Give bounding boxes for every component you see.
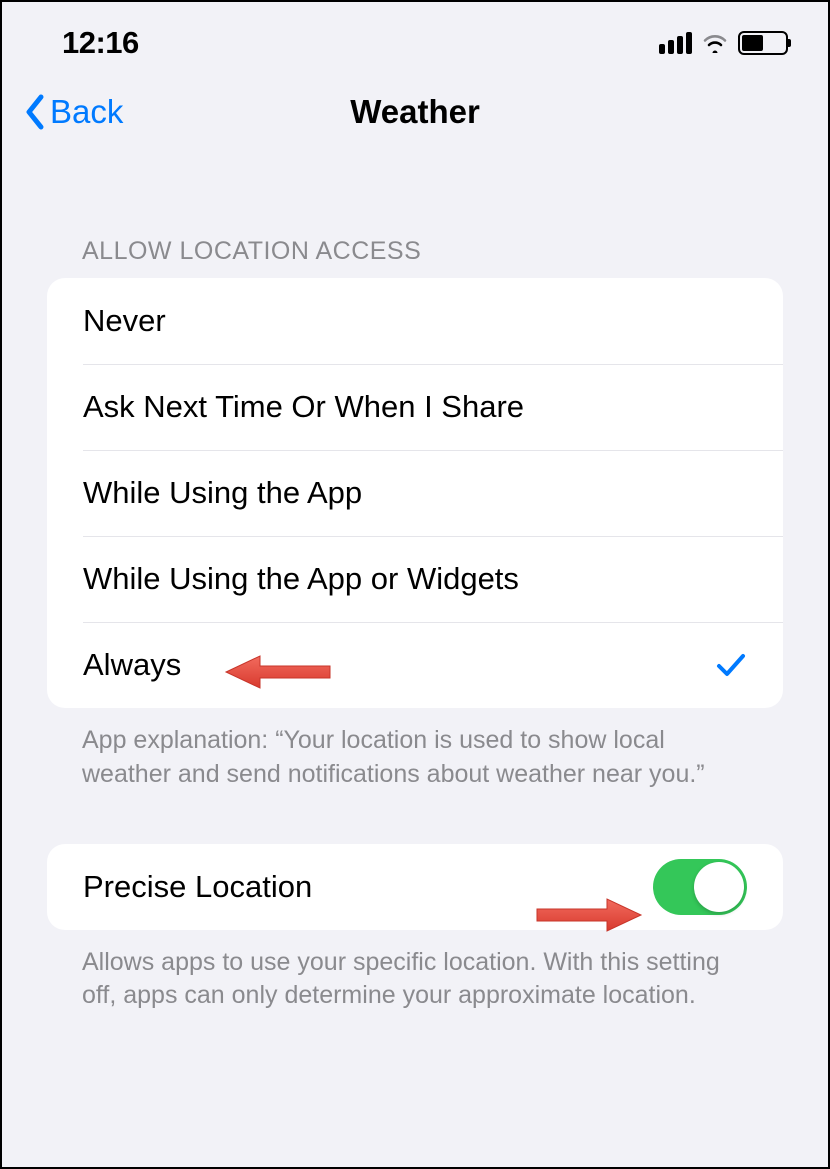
option-never[interactable]: Never — [47, 278, 783, 364]
page-title: Weather — [350, 93, 480, 131]
option-label: Ask Next Time Or When I Share — [83, 389, 524, 425]
toggle-knob — [694, 862, 744, 912]
precise-location-label: Precise Location — [83, 869, 312, 905]
status-indicators — [659, 31, 788, 55]
option-while-using-app-or-widgets[interactable]: While Using the App or Widgets — [47, 536, 783, 622]
precise-location-toggle[interactable] — [653, 859, 747, 915]
location-access-options: Never Ask Next Time Or When I Share Whil… — [47, 278, 783, 708]
option-label: While Using the App or Widgets — [83, 561, 519, 597]
option-label: Always — [83, 647, 181, 683]
precise-location-group: Precise Location — [47, 844, 783, 930]
status-time: 12:16 — [62, 25, 139, 61]
checkmark-icon — [715, 649, 747, 681]
option-always[interactable]: Always — [47, 622, 783, 708]
battery-icon — [738, 31, 788, 55]
option-ask-next-time[interactable]: Ask Next Time Or When I Share — [47, 364, 783, 450]
navigation-bar: Back Weather — [2, 72, 828, 152]
location-access-footer: App explanation: “Your location is used … — [2, 708, 828, 792]
status-bar: 12:16 — [2, 2, 828, 72]
precise-location-row: Precise Location — [47, 844, 783, 930]
wifi-icon — [702, 33, 728, 53]
back-button[interactable]: Back — [24, 93, 123, 131]
option-label: While Using the App — [83, 475, 362, 511]
precise-location-footer: Allows apps to use your specific locatio… — [2, 930, 828, 1014]
section-header-location-access: ALLOW LOCATION ACCESS — [2, 152, 828, 278]
cellular-signal-icon — [659, 32, 692, 54]
option-label: Never — [83, 303, 166, 339]
chevron-left-icon — [24, 94, 46, 130]
back-label: Back — [50, 93, 123, 131]
option-while-using-app[interactable]: While Using the App — [47, 450, 783, 536]
